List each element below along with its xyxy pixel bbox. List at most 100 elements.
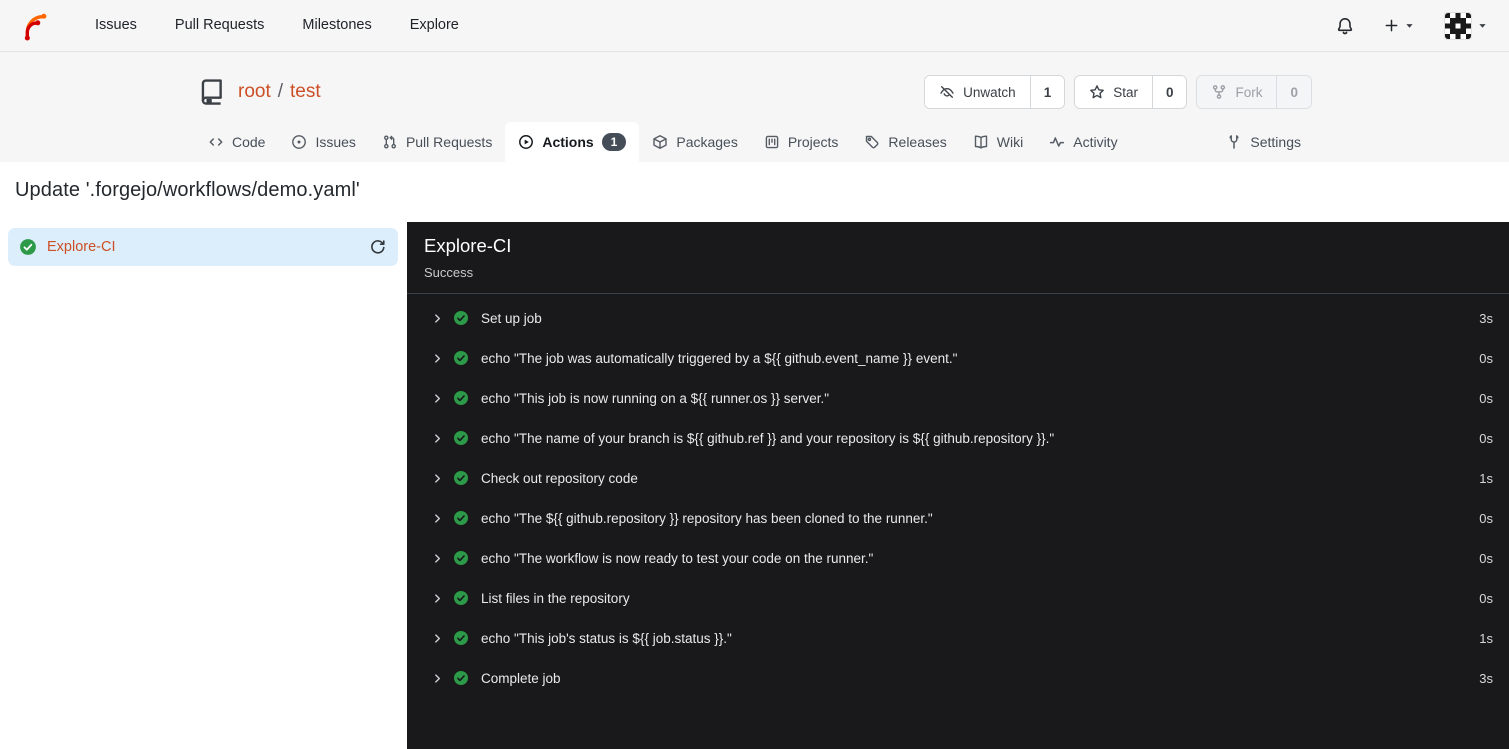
notifications-bell-icon[interactable] xyxy=(1336,17,1354,35)
step-row[interactable]: Set up job 3s xyxy=(407,298,1509,338)
tab-code[interactable]: Code xyxy=(195,122,278,162)
step-row[interactable]: echo "The ${{ github.repository }} repos… xyxy=(407,498,1509,538)
step-row[interactable]: echo "This job is now running on a ${{ r… xyxy=(407,378,1509,418)
step-row[interactable]: echo "The job was automatically triggere… xyxy=(407,338,1509,378)
package-icon xyxy=(652,134,668,150)
tab-label: Releases xyxy=(888,134,947,150)
tab-packages[interactable]: Packages xyxy=(639,122,750,162)
step-duration: 0s xyxy=(1479,550,1493,566)
step-label: Check out repository code xyxy=(481,470,638,486)
step-duration: 1s xyxy=(1479,630,1493,646)
chevron-right-icon[interactable] xyxy=(431,592,444,605)
issue-circle-icon xyxy=(291,134,307,150)
forks-count[interactable]: 0 xyxy=(1276,76,1311,108)
step-label: Set up job xyxy=(481,310,542,326)
stars-count[interactable]: 0 xyxy=(1151,76,1187,108)
step-label: echo "This job is now running on a ${{ r… xyxy=(481,390,830,406)
chevron-right-icon[interactable] xyxy=(431,512,444,525)
rerun-job-icon[interactable] xyxy=(369,239,386,256)
step-row[interactable]: echo "The workflow is now ready to test … xyxy=(407,538,1509,578)
tab-issues[interactable]: Issues xyxy=(278,122,368,162)
step-success-icon xyxy=(453,630,469,646)
tab-label: Activity xyxy=(1073,134,1118,150)
chevron-down-icon xyxy=(1478,21,1487,30)
navbar-links: Issues Pull Requests Milestones Explore xyxy=(76,0,478,51)
step-success-icon xyxy=(453,350,469,366)
play-circle-icon xyxy=(518,134,534,150)
eye-closed-icon xyxy=(939,84,955,100)
chevron-right-icon[interactable] xyxy=(431,632,444,645)
tab-label: Pull Requests xyxy=(405,134,493,150)
tab-wiki[interactable]: Wiki xyxy=(960,122,1036,162)
forgejo-logo-icon[interactable] xyxy=(18,10,50,42)
step-label: echo "The job was automatically triggere… xyxy=(481,350,958,366)
chevron-right-icon[interactable] xyxy=(431,552,444,565)
run-body: Explore-CI Explore-CI Success Set up job… xyxy=(0,222,1509,749)
star-label: Star xyxy=(1113,84,1138,100)
job-item-explore-ci[interactable]: Explore-CI xyxy=(8,228,398,266)
tab-label: Actions xyxy=(542,134,594,150)
step-success-icon xyxy=(453,590,469,606)
step-duration: 3s xyxy=(1479,670,1493,686)
tab-label: Code xyxy=(232,134,266,150)
fork-label: Fork xyxy=(1235,84,1263,100)
tab-label: Issues xyxy=(315,134,356,150)
repo-breadcrumb: root / test xyxy=(238,81,321,103)
repo-owner-link[interactable]: root xyxy=(238,81,271,103)
chevron-right-icon[interactable] xyxy=(431,432,444,445)
nav-milestones[interactable]: Milestones xyxy=(283,0,390,51)
tab-releases[interactable]: Releases xyxy=(851,122,959,162)
tab-projects[interactable]: Projects xyxy=(751,122,852,162)
fork-button[interactable]: Fork xyxy=(1197,76,1277,108)
create-new-menu[interactable] xyxy=(1384,18,1414,33)
watchers-count[interactable]: 1 xyxy=(1029,76,1065,108)
plus-icon xyxy=(1384,18,1399,33)
nav-issues[interactable]: Issues xyxy=(76,0,156,51)
tab-label: Projects xyxy=(787,134,839,150)
step-row[interactable]: Check out repository code 1s xyxy=(407,458,1509,498)
user-menu[interactable] xyxy=(1444,11,1487,40)
unwatch-button-group: Unwatch 1 xyxy=(924,75,1066,109)
step-label: echo "The name of your branch is ${{ git… xyxy=(481,430,1055,446)
job-log-panel: Explore-CI Success Set up job 3s echo "T… xyxy=(407,222,1509,749)
tab-pull-requests[interactable]: Pull Requests xyxy=(369,122,505,162)
tab-label: Packages xyxy=(676,134,738,150)
unwatch-label: Unwatch xyxy=(963,84,1016,100)
repo-name-link[interactable]: test xyxy=(290,81,321,103)
step-success-icon xyxy=(453,430,469,446)
top-navbar: Issues Pull Requests Milestones Explore xyxy=(0,0,1509,52)
step-row[interactable]: echo "This job's status is ${{ job.statu… xyxy=(407,618,1509,658)
job-log-header: Explore-CI Success xyxy=(407,222,1509,294)
step-success-icon xyxy=(453,510,469,526)
step-success-icon xyxy=(453,390,469,406)
step-success-icon xyxy=(453,470,469,486)
step-success-icon xyxy=(453,310,469,326)
chevron-right-icon[interactable] xyxy=(431,312,444,325)
chevron-right-icon[interactable] xyxy=(431,472,444,485)
job-title: Explore-CI xyxy=(424,235,512,256)
tab-label: Settings xyxy=(1250,134,1301,150)
job-status-text: Success xyxy=(424,265,474,280)
unwatch-button[interactable]: Unwatch xyxy=(925,76,1030,108)
nav-explore[interactable]: Explore xyxy=(391,0,478,51)
git-pull-request-icon xyxy=(382,134,398,150)
step-row[interactable]: List files in the repository 0s xyxy=(407,578,1509,618)
tab-actions[interactable]: Actions 1 xyxy=(505,122,640,162)
repo-header: root / test Unwatch 1 Star 0 Fork 0 Code… xyxy=(0,52,1509,162)
chevron-right-icon[interactable] xyxy=(431,352,444,365)
workflow-run-title: Update '.forgejo/workflows/demo.yaml' xyxy=(15,179,360,201)
step-row[interactable]: Complete job 3s xyxy=(407,658,1509,698)
step-row[interactable]: echo "The name of your branch is ${{ git… xyxy=(407,418,1509,458)
chevron-right-icon[interactable] xyxy=(431,392,444,405)
repo-tabs: Code Issues Pull Requests Actions 1 Pack… xyxy=(191,122,1318,162)
step-duration: 0s xyxy=(1479,430,1493,446)
chevron-right-icon[interactable] xyxy=(431,672,444,685)
project-board-icon xyxy=(764,134,780,150)
tab-label: Wiki xyxy=(996,134,1024,150)
nav-pull-requests[interactable]: Pull Requests xyxy=(156,0,283,51)
tab-activity[interactable]: Activity xyxy=(1036,122,1130,162)
job-success-icon xyxy=(19,238,37,256)
star-button[interactable]: Star xyxy=(1075,76,1152,108)
tab-settings[interactable]: Settings xyxy=(1213,122,1314,162)
step-success-icon xyxy=(453,670,469,686)
